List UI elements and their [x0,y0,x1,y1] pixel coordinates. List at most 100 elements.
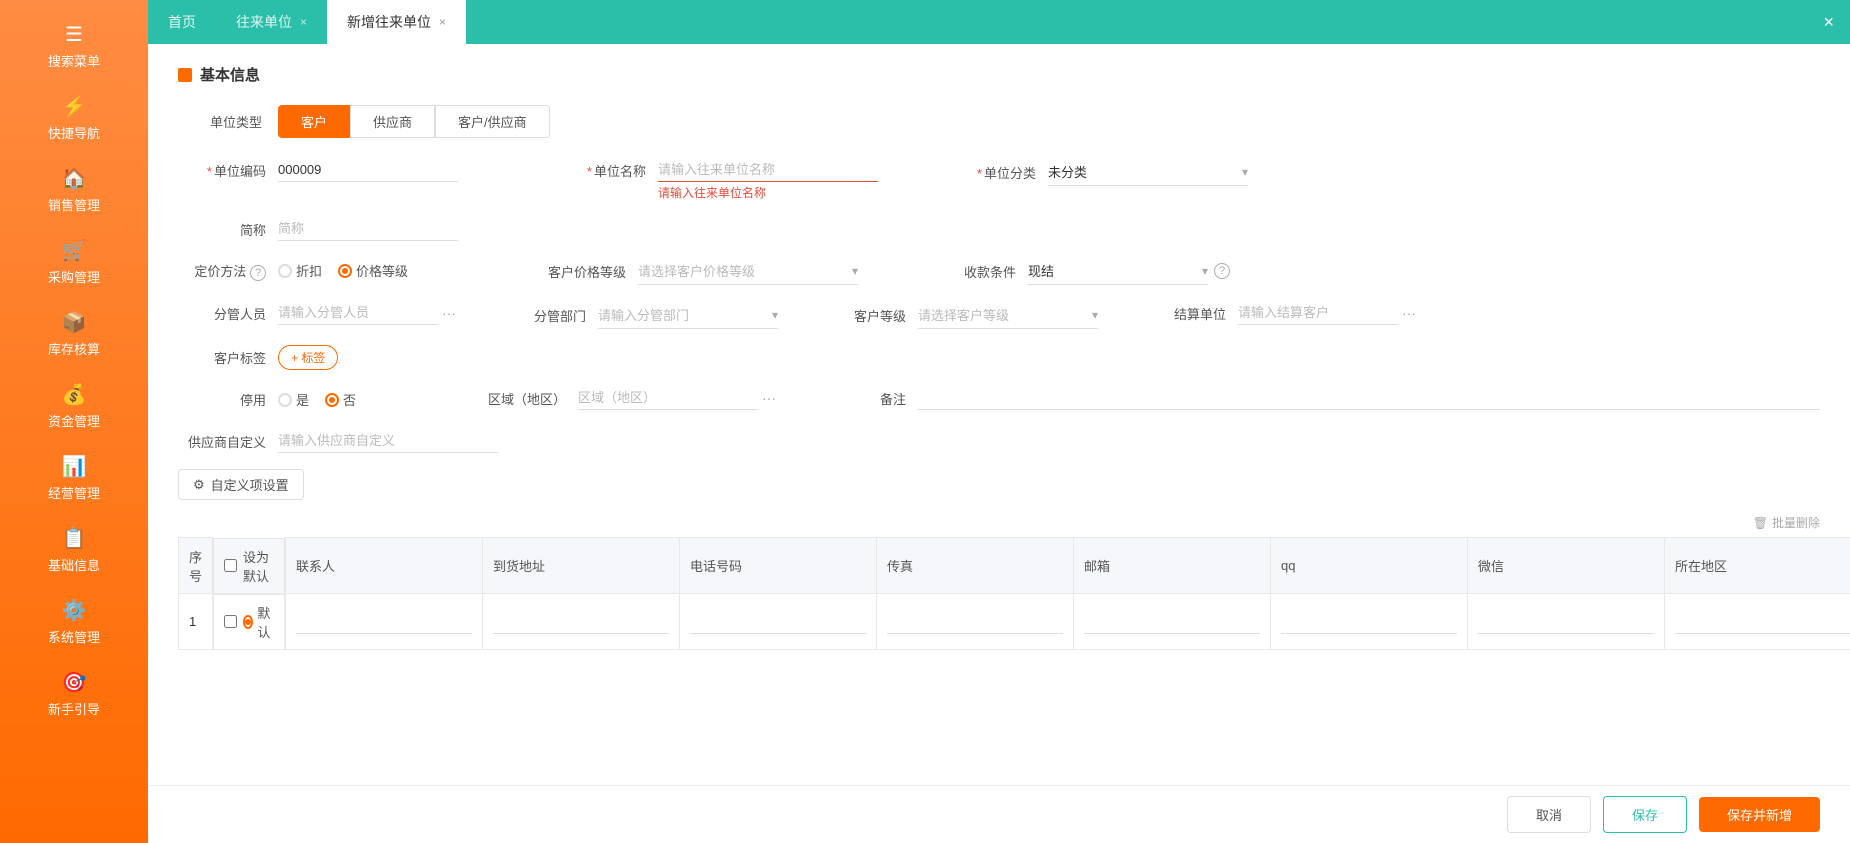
bottom-bar: 取消 保存 保存并新增 [148,785,1850,843]
unit-code-input[interactable] [278,158,458,182]
unit-name-input[interactable] [658,158,878,182]
tab-home[interactable]: 首页 [148,0,216,44]
customer-price-level-label: 客户价格等级 [538,262,638,281]
department-select[interactable]: 请输入分管部门 ▾ [598,301,778,329]
sidebar-label-search: 搜索菜单 [48,51,100,70]
form-row-tag: 客户标签 + 标签 [178,345,1820,370]
customer-level-select[interactable]: 请选择客户等级 ▾ [918,301,1098,329]
field-supplier-custom: 供应商自定义 [178,429,578,453]
cell-fax [877,594,1074,650]
default-radio-item[interactable]: 默认 [243,603,274,641]
col-contact: 联系人 [286,538,483,594]
main-content: 首页 往来单位 × 新增往来单位 × × 基本信息 单位类型 客户 供应商 客户… [148,0,1850,843]
cancel-button[interactable]: 取消 [1507,796,1591,833]
alias-input[interactable] [278,217,458,241]
payment-terms-select[interactable]: 现结 ▾ [1028,257,1208,285]
pricing-help-icon[interactable]: ? [250,265,266,281]
sidebar-item-operations[interactable]: 📊 经营管理 [0,442,148,514]
customer-level-placeholder: 请选择客户等级 [918,305,1092,324]
sidebar-item-sales[interactable]: 🏠 销售管理 [0,154,148,226]
operations-icon: 📊 [62,454,87,479]
remark-input[interactable] [918,386,1820,410]
field-customer-price-level: 客户价格等级 请选择客户价格等级 ▾ [538,257,898,285]
sidebar-item-inventory[interactable]: 📦 库存核算 [0,298,148,370]
region-cell-input[interactable] [1675,610,1850,634]
sidebar-label-guide: 新手引导 [48,699,100,718]
field-unit-name: *单位名称 请输入往来单位名称 [558,158,918,201]
save-button[interactable]: 保存 [1603,796,1687,833]
row-checkbox[interactable] [224,615,237,628]
table-row: 1 默认 [179,594,1850,650]
field-payment-terms: 收款条件 现结 ▾ ? [928,257,1268,285]
phone-input[interactable] [690,610,866,634]
payment-terms-help-icon[interactable]: ? [1214,263,1230,279]
cell-email [1074,594,1271,650]
sidebar-item-purchase[interactable]: 🛒 采购管理 [0,226,148,298]
tabbar-close-btn[interactable]: × [1823,12,1850,33]
tab-close-partners[interactable]: × [300,15,307,29]
unit-code-label: *单位编码 [178,161,278,180]
field-manager: 分管人员 ··· [178,301,478,325]
form-row-supplier-custom: 供应商自定义 [178,429,1820,453]
pricing-level-option[interactable]: 价格等级 [338,261,408,280]
unit-type-btn-customer[interactable]: 客户 [278,105,350,138]
cell-default: 默认 [213,594,285,650]
system-icon: ⚙️ [62,598,87,623]
unit-category-select[interactable]: 未分类 ▾ [1048,158,1248,186]
payment-terms-label: 收款条件 [928,262,1028,281]
qq-input[interactable] [1281,610,1457,634]
sidebar-label-quick-nav: 快捷导航 [48,123,100,142]
supplier-custom-input[interactable] [278,429,498,453]
pricing-level-circle [338,264,352,278]
default-radio-circle [243,615,253,629]
address-input[interactable] [493,610,669,634]
field-alias: 简称 [178,217,518,241]
col-wechat: 微信 [1468,538,1665,594]
disabled-no-option[interactable]: 否 [325,390,356,409]
settlement-unit-input[interactable] [1238,301,1398,325]
disabled-no-circle [325,393,339,407]
pricing-discount-option[interactable]: 折扣 [278,261,322,280]
section-title: 基本信息 [178,64,1820,85]
field-unit-category: *单位分类 未分类 ▾ [948,158,1288,186]
manager-input[interactable] [278,301,438,325]
search-icon: ☰ [65,22,83,47]
unit-type-btn-both[interactable]: 客户/供应商 [435,105,550,138]
pricing-discount-circle [278,264,292,278]
unit-type-btn-supplier[interactable]: 供应商 [350,105,435,138]
sidebar-label-purchase: 采购管理 [48,267,100,286]
custom-setting-label: 自定义项设置 [211,475,289,494]
sidebar-item-guide[interactable]: 🎯 新手引导 [0,658,148,730]
sidebar-item-search[interactable]: ☰ 搜索菜单 [0,10,148,82]
contact-input[interactable] [296,610,472,634]
tab-new-partner[interactable]: 新增往来单位 × [327,0,466,44]
cell-contact [286,594,483,650]
sidebar-item-system[interactable]: ⚙️ 系统管理 [0,586,148,658]
region-more-icon[interactable]: ··· [758,390,776,406]
disabled-yes-option[interactable]: 是 [278,390,309,409]
batch-delete-btn[interactable]: 🗑 批量删除 [178,514,1820,531]
add-tag-btn[interactable]: + 标签 [278,345,338,370]
sidebar-item-basic[interactable]: 📋 基础信息 [0,514,148,586]
manager-more-icon[interactable]: ··· [438,305,456,321]
tab-close-new-partner[interactable]: × [439,15,446,29]
settlement-unit-more-icon[interactable]: ··· [1398,305,1416,321]
sidebar-item-quick-nav[interactable]: ⚡ 快捷导航 [0,82,148,154]
email-input[interactable] [1084,610,1260,634]
fax-input[interactable] [887,610,1063,634]
region-input[interactable] [578,386,758,410]
batch-delete-icon: 🗑 [1753,516,1768,530]
cell-region [1665,594,1850,650]
customer-price-level-select[interactable]: 请选择客户价格等级 ▾ [638,257,858,285]
custom-setting-btn[interactable]: ⚙ 自定义项设置 [178,469,304,500]
select-all-checkbox[interactable] [224,559,237,572]
sidebar-item-finance[interactable]: 💰 资金管理 [0,370,148,442]
pricing-method-label: 定价方法 ? [178,261,278,281]
wechat-input[interactable] [1478,610,1654,634]
pricing-method-radio: 折扣 价格等级 [278,257,408,284]
col-region: 所在地区 [1665,538,1850,594]
tab-partners[interactable]: 往来单位 × [216,0,327,44]
disabled-radio: 是 否 [278,386,356,413]
cell-seq: 1 [179,594,213,650]
save-new-button[interactable]: 保存并新增 [1699,797,1820,832]
